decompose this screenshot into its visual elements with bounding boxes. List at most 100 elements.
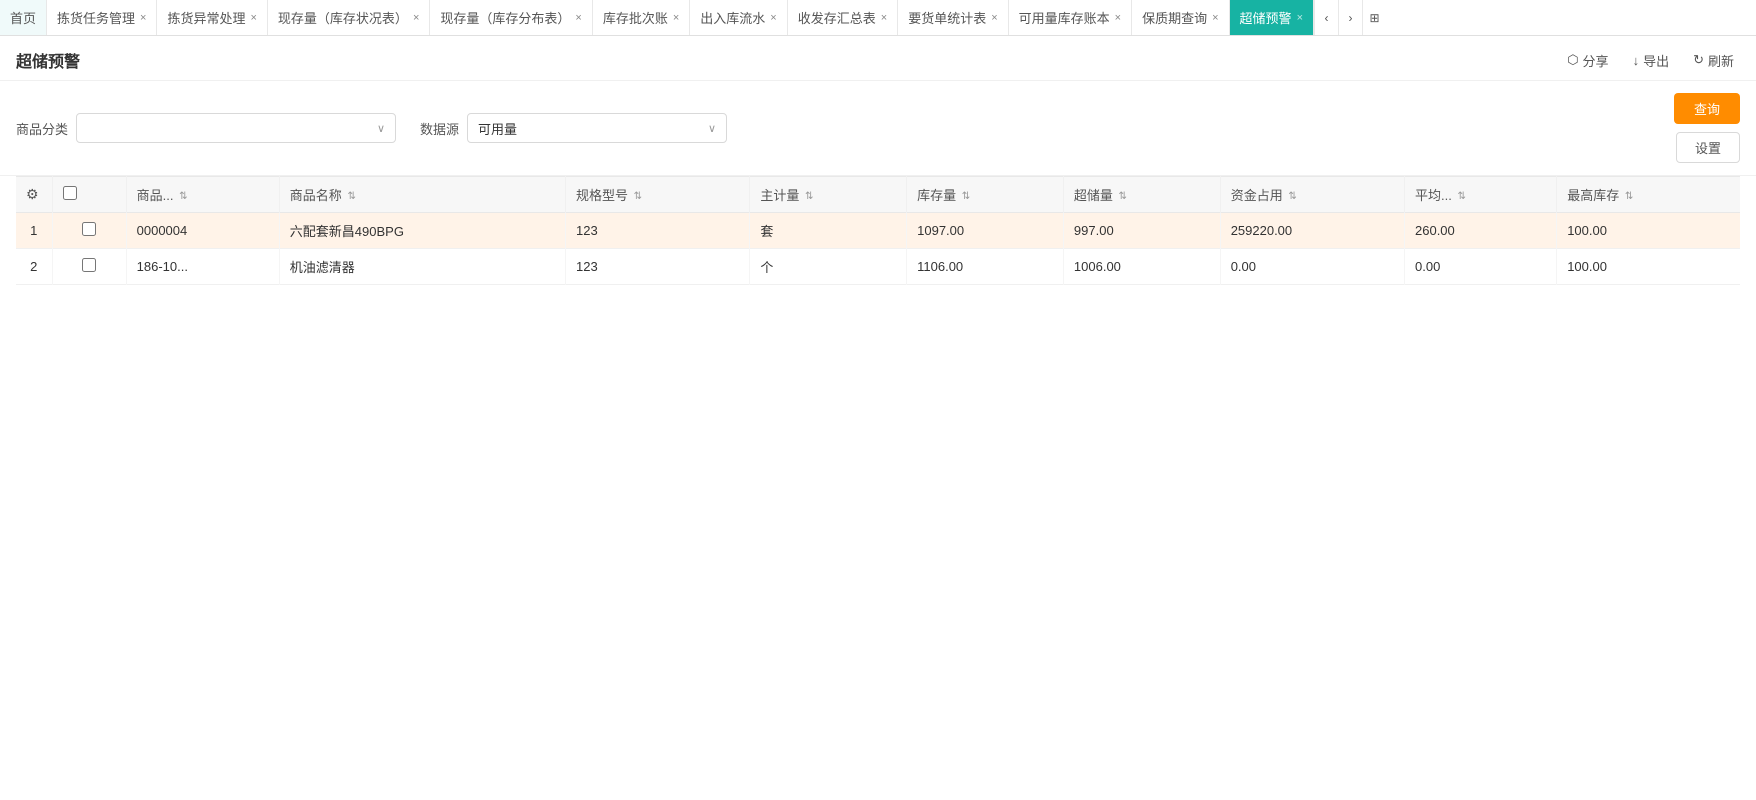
tab-avail-account[interactable]: 可用量库存账本 ×	[1009, 0, 1132, 35]
close-tab-collect-summary[interactable]: ×	[881, 12, 887, 24]
row-avg-0: 260.00	[1405, 213, 1557, 249]
page-header: 超储预警 ⬡ 分享 ↓ 导出 ↻ 刷新	[0, 36, 1756, 81]
th-product-name[interactable]: 商品名称 ⇅	[279, 177, 565, 213]
row-product-name-0: 六配套新昌490BPG	[279, 213, 565, 249]
select-all-checkbox[interactable]	[63, 186, 77, 200]
table-wrapper: ⚙ 商品... ⇅ 商品名称 ⇅ 规格型号 ⇅	[0, 176, 1756, 301]
share-button[interactable]: ⬡ 分享	[1561, 49, 1614, 72]
table-row: 1 0000004 六配套新昌490BPG 123 套 1097.00 997.…	[16, 213, 1740, 249]
th-overstock[interactable]: 超储量 ⇅	[1063, 177, 1220, 213]
th-settings[interactable]: ⚙	[16, 177, 52, 213]
query-button[interactable]: 查询	[1674, 93, 1740, 124]
close-tab-avail-account[interactable]: ×	[1115, 12, 1121, 24]
tab-nav-more[interactable]: ⊞	[1362, 0, 1386, 35]
row-num-0: 1	[16, 213, 52, 249]
row-avg-1: 0.00	[1405, 249, 1557, 285]
tab-home[interactable]: 首页	[0, 0, 47, 35]
close-tab-batch-account[interactable]: ×	[673, 12, 679, 24]
table-header-row: ⚙ 商品... ⇅ 商品名称 ⇅ 规格型号 ⇅	[16, 177, 1740, 213]
tab-bar: 首页 拣货任务管理 × 拣货异常处理 × 现存量（库存状况表） × 现存量（库存…	[0, 0, 1756, 36]
th-checkbox[interactable]	[52, 177, 126, 213]
row-stock-0: 1097.00	[907, 213, 1064, 249]
sort-icon-product-name: ⇅	[347, 191, 355, 202]
tab-in-out-flow[interactable]: 出入库流水 ×	[690, 0, 787, 35]
close-tab-abnormal-proc[interactable]: ×	[250, 12, 256, 24]
row-product-code-1: 186-10...	[126, 249, 279, 285]
filter-right-actions: 查询 设置	[1674, 93, 1740, 163]
share-icon: ⬡	[1567, 52, 1578, 68]
row-capital-occ-1: 0.00	[1220, 249, 1404, 285]
th-capital-occ[interactable]: 资金占用 ⇅	[1220, 177, 1404, 213]
row-spec-model-0: 123	[566, 213, 750, 249]
export-icon: ↓	[1633, 53, 1640, 68]
row-main-unit-0: 套	[750, 213, 907, 249]
close-tab-task-mgmt[interactable]: ×	[140, 12, 146, 24]
sort-icon-spec-model: ⇅	[634, 191, 642, 202]
row-capital-occ-0: 259220.00	[1220, 213, 1404, 249]
sort-icon-main-unit: ⇅	[805, 191, 813, 202]
tab-stock-dist[interactable]: 现存量（库存分布表） ×	[430, 0, 592, 35]
row-product-code-0: 0000004	[126, 213, 279, 249]
close-tab-overstock-warn[interactable]: ×	[1297, 12, 1303, 24]
sort-icon-capital-occ: ⇅	[1288, 191, 1296, 202]
row-max-stock-0: 100.00	[1557, 213, 1740, 249]
row-overstock-0: 997.00	[1063, 213, 1220, 249]
datasource-value: 可用量	[478, 119, 517, 138]
sort-icon-stock: ⇅	[962, 191, 970, 202]
category-filter: 商品分类 ∨	[16, 113, 396, 143]
close-tab-stock-status[interactable]: ×	[413, 12, 419, 24]
filter-row: 商品分类 ∨ 数据源 可用量 ∨ 查询 设置	[0, 81, 1756, 176]
tab-order-stats[interactable]: 要货单统计表 ×	[898, 0, 1008, 35]
th-spec-model[interactable]: 规格型号 ⇅	[566, 177, 750, 213]
datasource-select[interactable]: 可用量 ∨	[467, 113, 727, 143]
table-body: 1 0000004 六配套新昌490BPG 123 套 1097.00 997.…	[16, 213, 1740, 285]
sort-icon-max-stock: ⇅	[1625, 191, 1633, 202]
close-tab-stock-dist[interactable]: ×	[575, 12, 581, 24]
row-stock-1: 1106.00	[907, 249, 1064, 285]
close-tab-order-stats[interactable]: ×	[991, 12, 997, 24]
tab-nav-prev[interactable]: ‹	[1314, 0, 1338, 35]
row-checkbox-cell-1[interactable]	[52, 249, 126, 285]
tab-task-mgmt[interactable]: 拣货任务管理 ×	[47, 0, 157, 35]
row-main-unit-1: 个	[750, 249, 907, 285]
row-num-1: 2	[16, 249, 52, 285]
th-product-code[interactable]: 商品... ⇅	[126, 177, 279, 213]
page-title: 超储预警	[16, 48, 80, 72]
tab-abnormal-proc[interactable]: 拣货异常处理 ×	[157, 0, 267, 35]
row-checkbox-cell-0[interactable]	[52, 213, 126, 249]
category-select[interactable]: ∨	[76, 113, 396, 143]
sort-icon-avg: ⇅	[1457, 191, 1465, 202]
row-checkbox-1[interactable]	[82, 258, 96, 272]
row-checkbox-0[interactable]	[82, 222, 96, 236]
data-table: ⚙ 商品... ⇅ 商品名称 ⇅ 规格型号 ⇅	[16, 176, 1740, 285]
datasource-filter: 数据源 可用量 ∨	[420, 113, 727, 143]
close-tab-in-out-flow[interactable]: ×	[770, 12, 776, 24]
page-content: 超储预警 ⬡ 分享 ↓ 导出 ↻ 刷新 商品分类 ∨ 数据源	[0, 36, 1756, 800]
refresh-icon: ↻	[1693, 52, 1704, 68]
export-button[interactable]: ↓ 导出	[1627, 49, 1676, 72]
chevron-down-icon: ∨	[377, 122, 385, 135]
row-max-stock-1: 100.00	[1557, 249, 1740, 285]
row-overstock-1: 1006.00	[1063, 249, 1220, 285]
chevron-down-icon-2: ∨	[708, 122, 716, 135]
sort-icon-product-code: ⇅	[179, 191, 187, 202]
th-main-unit[interactable]: 主计量 ⇅	[750, 177, 907, 213]
gear-icon: ⚙	[26, 186, 39, 202]
th-avg[interactable]: 平均... ⇅	[1405, 177, 1557, 213]
header-actions: ⬡ 分享 ↓ 导出 ↻ 刷新	[1561, 49, 1740, 72]
tab-batch-account[interactable]: 库存批次账 ×	[593, 0, 690, 35]
tab-quality-check[interactable]: 保质期查询 ×	[1132, 0, 1229, 35]
tab-stock-status[interactable]: 现存量（库存状况表） ×	[268, 0, 430, 35]
refresh-button[interactable]: ↻ 刷新	[1687, 49, 1740, 72]
category-label: 商品分类	[16, 119, 68, 138]
table-row: 2 186-10... 机油滤清器 123 个 1106.00 1006.00 …	[16, 249, 1740, 285]
close-tab-quality-check[interactable]: ×	[1212, 12, 1218, 24]
tab-overstock-warn[interactable]: 超储预警 ×	[1230, 0, 1314, 35]
tab-collect-summary[interactable]: 收发存汇总表 ×	[788, 0, 898, 35]
row-spec-model-1: 123	[566, 249, 750, 285]
th-stock[interactable]: 库存量 ⇅	[907, 177, 1064, 213]
sort-icon-overstock: ⇅	[1119, 191, 1127, 202]
th-max-stock[interactable]: 最高库存 ⇅	[1557, 177, 1740, 213]
tab-nav-next[interactable]: ›	[1338, 0, 1362, 35]
settings-button[interactable]: 设置	[1676, 132, 1740, 163]
